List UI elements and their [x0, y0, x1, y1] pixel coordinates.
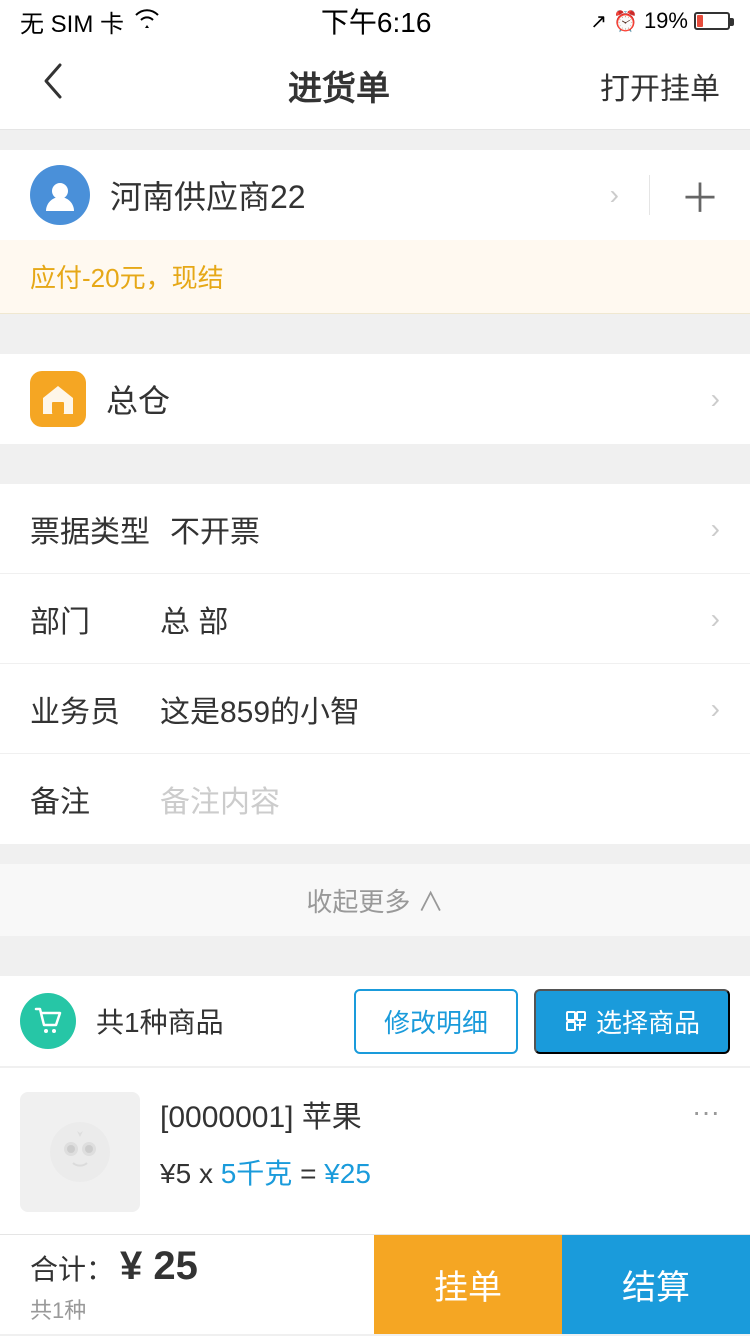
- carrier-label: 无 SIM 卡: [20, 4, 124, 39]
- location-icon: ↗: [590, 9, 607, 34]
- note-placeholder: 备注内容: [160, 777, 720, 821]
- checkout-label: 结算: [622, 1260, 690, 1309]
- page-title: 进货单: [288, 61, 390, 110]
- product-header: 共1种商品 修改明细 选择商品: [0, 976, 750, 1066]
- open-hang-button[interactable]: 打开挂单: [600, 64, 720, 108]
- product-title: 苹果: [302, 1101, 362, 1134]
- warehouse-section[interactable]: 总仓 ›: [0, 354, 750, 444]
- total-area: 合计： ¥ 25 共1种: [0, 1235, 374, 1334]
- product-name: [0000001] 苹果: [160, 1092, 682, 1136]
- gap-4: [0, 936, 750, 956]
- item-total: ¥25: [324, 1158, 371, 1189]
- payment-hint: 应付-20元，现结: [0, 240, 750, 314]
- quantity: 5千克: [221, 1158, 293, 1189]
- invoice-label: 票据类型: [30, 507, 150, 551]
- status-right: ↗ ⏰ 19%: [590, 8, 730, 34]
- invoice-value: 不开票: [170, 507, 711, 551]
- note-row[interactable]: 备注 备注内容: [0, 754, 750, 844]
- gap-1: [0, 130, 750, 150]
- status-left: 无 SIM 卡: [20, 4, 162, 39]
- total-line: 合计： ¥ 25: [30, 1244, 344, 1289]
- bottom-bar: 合计： ¥ 25 共1种 挂单 结算: [0, 1234, 750, 1334]
- department-label: 部门: [30, 597, 140, 641]
- salesman-chevron-icon: ›: [711, 693, 720, 725]
- salesman-row[interactable]: 业务员 这是859的小智 ›: [0, 664, 750, 754]
- total-label: 合计：: [30, 1248, 114, 1288]
- price-separator: x: [199, 1158, 221, 1189]
- back-button[interactable]: [30, 49, 78, 122]
- collapse-row[interactable]: 收起更多 ∧: [0, 864, 750, 936]
- battery-fill: [697, 15, 703, 27]
- warehouse-chevron-icon: ›: [711, 383, 720, 415]
- supplier-section[interactable]: 河南供应商22 › ＋: [0, 150, 750, 240]
- supplier-avatar: [30, 165, 90, 225]
- nav-bar: 进货单 打开挂单: [0, 42, 750, 130]
- select-product-label: 选择商品: [596, 1003, 700, 1040]
- gap-3: [0, 444, 750, 464]
- collapse-label: 收起更多 ∧: [306, 882, 443, 919]
- checkout-button[interactable]: 结算: [562, 1235, 750, 1334]
- salesman-label: 业务员: [30, 687, 140, 731]
- invoice-row[interactable]: 票据类型 不开票 ›: [0, 484, 750, 574]
- time-label: 下午6:16: [321, 1, 432, 41]
- total-count: 共1种: [30, 1293, 344, 1325]
- department-value: 总 部: [160, 597, 711, 641]
- invoice-chevron-icon: ›: [711, 513, 720, 545]
- modify-detail-button[interactable]: 修改明细: [354, 989, 518, 1054]
- product-thumbnail: [20, 1092, 140, 1212]
- select-product-button[interactable]: 选择商品: [534, 989, 730, 1054]
- salesman-value: 这是859的小智: [160, 687, 711, 731]
- warehouse-icon: [30, 371, 86, 427]
- product-more-button[interactable]: ···: [682, 1092, 730, 1132]
- battery-percent: 19%: [644, 8, 688, 34]
- hang-button[interactable]: 挂单: [374, 1235, 562, 1334]
- supplier-name: 河南供应商22: [110, 172, 610, 218]
- department-row[interactable]: 部门 总 部 ›: [0, 574, 750, 664]
- unit-price: ¥5: [160, 1158, 191, 1189]
- alarm-icon: ⏰: [613, 9, 638, 34]
- supplier-divider: [649, 175, 650, 215]
- hang-label: 挂单: [434, 1260, 502, 1309]
- supplier-chevron-icon: ›: [610, 179, 619, 211]
- status-bar: 无 SIM 卡 下午6:16 ↗ ⏰ 19%: [0, 0, 750, 42]
- add-supplier-button[interactable]: ＋: [680, 166, 720, 224]
- form-section: 票据类型 不开票 › 部门 总 部 › 业务员 这是859的小智 › 备注 备注…: [0, 484, 750, 844]
- product-info: [0000001] 苹果 ¥5 x 5千克 = ¥25: [160, 1092, 682, 1192]
- product-item: [0000001] 苹果 ¥5 x 5千克 = ¥25 ···: [0, 1068, 750, 1236]
- gap-2: [0, 314, 750, 334]
- equals-sign: =: [300, 1158, 324, 1189]
- product-code: [0000001]: [160, 1101, 293, 1134]
- warehouse-name: 总仓: [106, 376, 711, 422]
- note-label: 备注: [30, 777, 140, 821]
- product-price: ¥5 x 5千克 = ¥25: [160, 1152, 682, 1192]
- wifi-icon: [132, 7, 162, 36]
- product-count-label: 共1种商品: [96, 1001, 354, 1041]
- battery-icon: [694, 12, 730, 30]
- department-chevron-icon: ›: [711, 603, 720, 635]
- cart-icon: [20, 993, 76, 1049]
- total-amount: ¥ 25: [120, 1244, 198, 1289]
